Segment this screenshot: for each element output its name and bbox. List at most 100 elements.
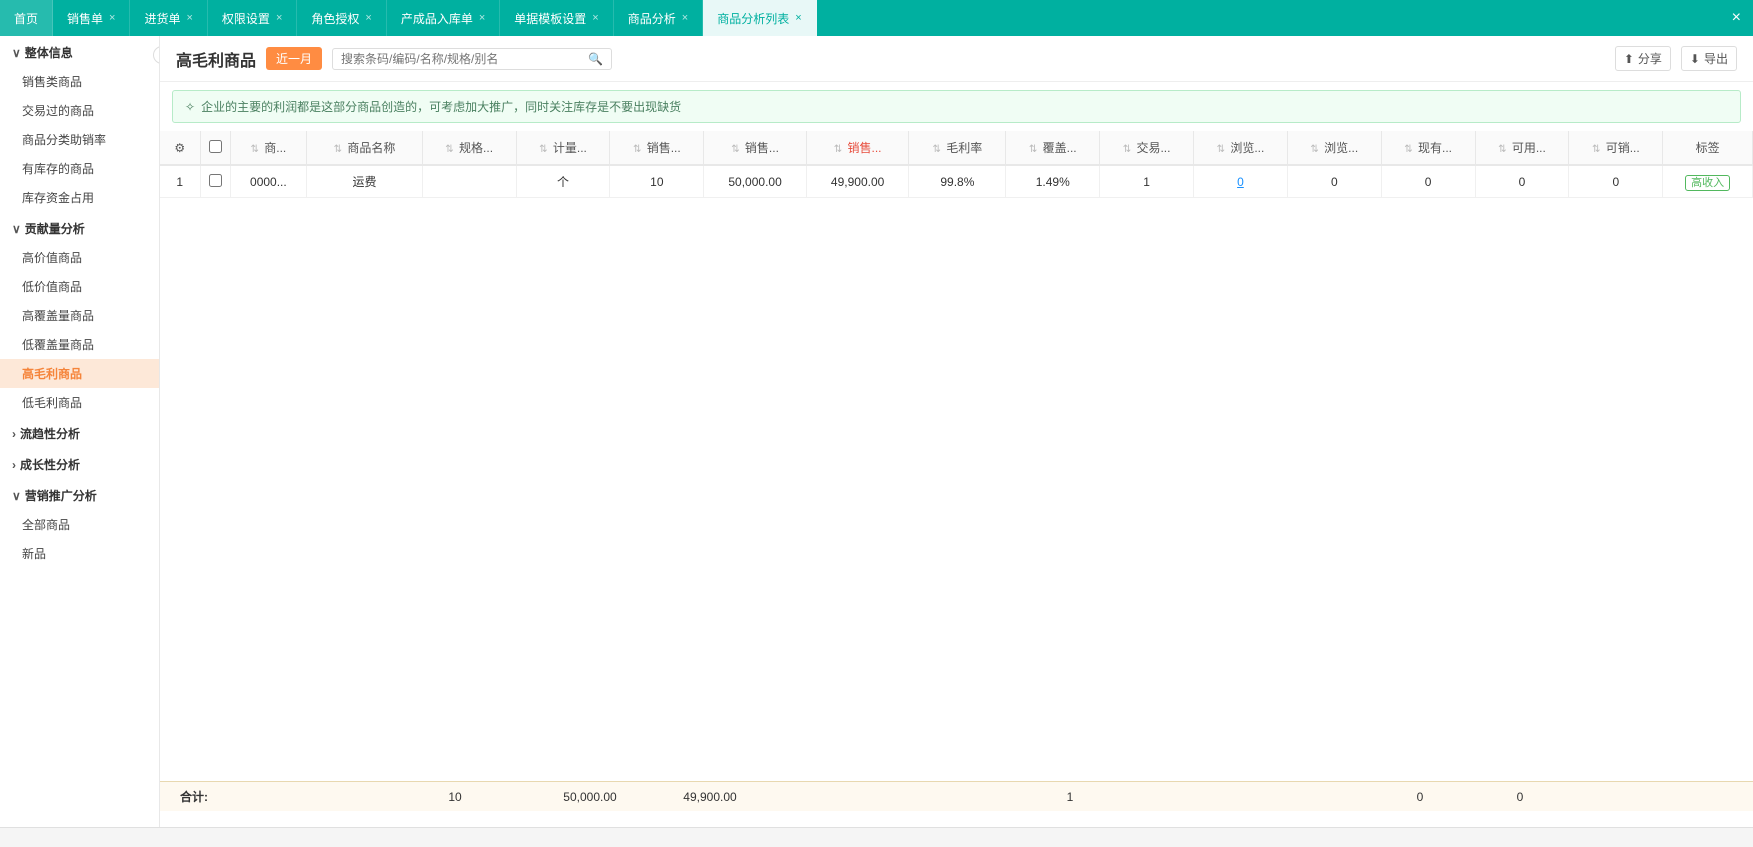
close-inbound-tab[interactable]: × xyxy=(479,12,485,24)
sidebar-group-trend[interactable]: › 流趋性分析 xyxy=(0,417,159,448)
nav-item-analysis-list[interactable]: 商品分析列表 × xyxy=(703,0,816,36)
sidebar-item-sales-goods[interactable]: 销售类商品 xyxy=(0,67,159,96)
sort-icon-sales2[interactable]: ⇅ xyxy=(731,144,739,155)
sidebar-item-high-coverage[interactable]: 高覆盖量商品 xyxy=(0,301,159,330)
arrow-icon-3: › xyxy=(12,427,16,441)
select-all-checkbox[interactable] xyxy=(209,140,222,153)
sidebar-group-contribution[interactable]: ∨ 贡献量分析 xyxy=(0,212,159,243)
nav-item-permission[interactable]: 权限设置 × xyxy=(208,0,297,36)
cell-spec xyxy=(422,165,516,198)
cell-coverage: 1.49% xyxy=(1006,165,1100,198)
info-icon: ✧ xyxy=(185,100,195,114)
sort-icon-available[interactable]: ⇅ xyxy=(1498,144,1506,155)
col-header-gross: ⇅ 毛利率 xyxy=(909,131,1006,165)
info-banner: ✧ 企业的主要的利润都是这部分商品创造的，可考虑加大推广，同时关注库存是不要出现… xyxy=(172,90,1741,123)
footer-sales1: 10 xyxy=(380,790,530,804)
close-purchase-tab[interactable]: × xyxy=(186,12,192,24)
table-row: 1 0000... 运费 个 10 50,000.00 49,900.00 99 xyxy=(160,165,1753,198)
col-header-sellable: ⇅ 可销... xyxy=(1569,131,1663,165)
close-analysis-list-tab[interactable]: × xyxy=(795,12,801,24)
sidebar-item-traded-goods[interactable]: 交易过的商品 xyxy=(0,96,159,125)
sort-icon-sales3[interactable]: ⇅ xyxy=(834,144,842,155)
sidebar-item-low-coverage[interactable]: 低覆盖量商品 xyxy=(0,330,159,359)
search-icon[interactable]: 🔍 xyxy=(588,52,603,66)
arrow-icon-4: › xyxy=(12,458,16,472)
sort-icon-gross[interactable]: ⇅ xyxy=(933,144,941,155)
close-role-tab[interactable]: × xyxy=(365,12,371,24)
sort-icon-name[interactable]: ⇅ xyxy=(334,144,342,155)
nav-item-template[interactable]: 单据模板设置 × xyxy=(500,0,613,36)
col-header-code: ⇅ 商... xyxy=(230,131,307,165)
nav-item-role[interactable]: 角色授权 × xyxy=(297,0,386,36)
sidebar-item-new-goods[interactable]: 新品 xyxy=(0,539,159,568)
col-header-sales1: ⇅ 销售... xyxy=(610,131,704,165)
sidebar-item-low-margin[interactable]: 低毛利商品 xyxy=(0,388,159,417)
sidebar-item-high-value[interactable]: 高价值商品 xyxy=(0,243,159,272)
footer-cells: 10 50,000.00 49,900.00 1 0 0 xyxy=(380,790,1753,804)
footer-transaction: 1 xyxy=(1010,790,1130,804)
browse1-link[interactable]: 0 xyxy=(1237,175,1244,189)
col-header-browse2: ⇅ 浏览... xyxy=(1287,131,1381,165)
col-header-sales3: ⇅ 销售... xyxy=(806,131,909,165)
col-header-current: ⇅ 现有... xyxy=(1381,131,1475,165)
footer-sales2: 50,000.00 xyxy=(530,790,650,804)
sort-icon-sales1[interactable]: ⇅ xyxy=(633,144,641,155)
main-layout: « ∨ 整体信息 销售类商品 交易过的商品 商品分类助销率 有库存的商品 库存资… xyxy=(0,36,1753,847)
close-permission-tab[interactable]: × xyxy=(276,12,282,24)
sidebar-group-overall[interactable]: ∨ 整体信息 xyxy=(0,36,159,67)
tag-badge: 高收入 xyxy=(1685,175,1730,191)
cell-sales2: 50,000.00 xyxy=(704,165,807,198)
settings-icon[interactable]: ⚙ xyxy=(174,141,185,155)
filter-recent-month-button[interactable]: 近一月 xyxy=(266,47,322,70)
footer-spacer2 xyxy=(890,790,1010,804)
bottom-scroll-bar[interactable] xyxy=(0,827,1753,847)
sidebar-item-stock-capital[interactable]: 库存资金占用 xyxy=(0,183,159,212)
sort-icon-browse2[interactable]: ⇅ xyxy=(1310,144,1318,155)
sidebar-item-high-margin[interactable]: 高毛利商品 xyxy=(0,359,159,388)
sort-icon-browse1[interactable]: ⇅ xyxy=(1217,144,1225,155)
search-input[interactable] xyxy=(341,52,584,66)
cell-transaction: 1 xyxy=(1100,165,1194,198)
sort-icon-transaction[interactable]: ⇅ xyxy=(1123,144,1131,155)
sidebar: « ∨ 整体信息 销售类商品 交易过的商品 商品分类助销率 有库存的商品 库存资… xyxy=(0,36,160,847)
sidebar-item-in-stock[interactable]: 有库存的商品 xyxy=(0,154,159,183)
total-label: 合计: xyxy=(160,788,380,805)
sort-icon[interactable]: ⇅ xyxy=(251,144,259,155)
share-icon: ⬆ xyxy=(1624,52,1634,66)
col-header-num: ⚙ xyxy=(160,131,200,165)
sort-icon-current[interactable]: ⇅ xyxy=(1404,144,1412,155)
sidebar-item-category-rate[interactable]: 商品分类助销率 xyxy=(0,125,159,154)
nav-item-inbound[interactable]: 产成品入库单 × xyxy=(387,0,500,36)
sidebar-item-low-value[interactable]: 低价值商品 xyxy=(0,272,159,301)
sidebar-group-marketing[interactable]: ∨ 营销推广分析 xyxy=(0,479,159,510)
export-button[interactable]: ⬇ 导出 xyxy=(1681,46,1737,71)
nav-item-analysis[interactable]: 商品分析 × xyxy=(614,0,703,36)
share-button[interactable]: ⬆ 分享 xyxy=(1615,46,1671,71)
cell-code: 0000... xyxy=(230,165,307,198)
cell-check xyxy=(200,165,230,198)
nav-item-purchase[interactable]: 进货单 × xyxy=(130,0,207,36)
search-container: 🔍 xyxy=(332,48,612,70)
footer-spacer1 xyxy=(770,790,890,804)
cell-current: 0 xyxy=(1381,165,1475,198)
footer-spacer3 xyxy=(1130,790,1250,804)
footer-available: 0 xyxy=(1470,790,1570,804)
footer-total-bar: 合计: 10 50,000.00 49,900.00 1 0 0 xyxy=(160,781,1753,811)
nav-item-sales[interactable]: 销售单 × xyxy=(53,0,130,36)
table-container[interactable]: ⚙ ⇅ 商... ⇅ 商品名称 xyxy=(160,131,1753,847)
cell-browse1[interactable]: 0 xyxy=(1194,165,1288,198)
sort-icon-sellable[interactable]: ⇅ xyxy=(1592,144,1600,155)
sort-icon-unit[interactable]: ⇅ xyxy=(539,144,547,155)
col-header-unit: ⇅ 计量... xyxy=(516,131,610,165)
close-all-tabs[interactable]: × xyxy=(1720,9,1753,27)
close-sales-tab[interactable]: × xyxy=(109,12,115,24)
nav-item-home[interactable]: 首页 xyxy=(0,0,53,36)
sidebar-item-all-goods[interactable]: 全部商品 xyxy=(0,510,159,539)
sidebar-group-growth[interactable]: › 成长性分析 xyxy=(0,448,159,479)
sort-icon-coverage[interactable]: ⇅ xyxy=(1029,144,1037,155)
close-template-tab[interactable]: × xyxy=(592,12,598,24)
sort-icon-spec[interactable]: ⇅ xyxy=(445,144,453,155)
close-analysis-tab[interactable]: × xyxy=(682,12,688,24)
col-header-available: ⇅ 可用... xyxy=(1475,131,1569,165)
row-checkbox[interactable] xyxy=(209,174,222,187)
